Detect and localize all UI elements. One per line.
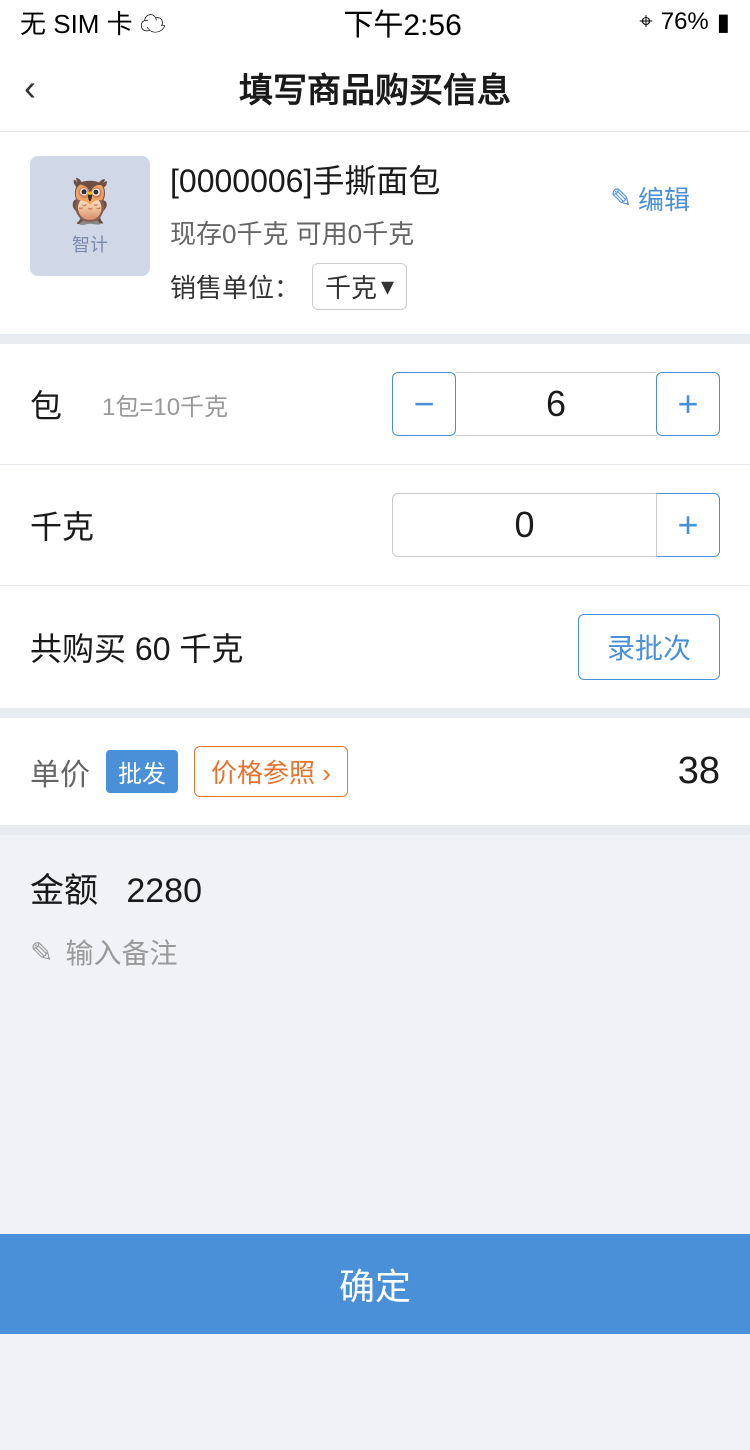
bao-label: 包 <box>30 381 90 427</box>
status-left: 无 SIM 卡 ☁ <box>20 4 166 41</box>
confirm-bar[interactable]: 确定 <box>0 1234 750 1334</box>
battery-bar: ▮ <box>717 8 730 37</box>
amount-value: 2280 <box>126 872 202 910</box>
sim-label: 无 SIM 卡 ☁ <box>20 4 166 41</box>
battery-level: 76% <box>661 8 709 36</box>
kg-plus-button[interactable]: + <box>656 493 720 557</box>
bao-hint: 1包=10千克 <box>102 387 392 422</box>
page-title: 填写商品购买信息 <box>239 63 511 112</box>
amount-label: 金额 <box>30 872 98 910</box>
amount-row: 金额 2280 <box>30 863 720 912</box>
price-value: 38 <box>678 750 720 793</box>
price-label: 单价 <box>30 750 90 794</box>
kg-label: 千克 <box>30 502 94 548</box>
product-details: ✎ 编辑 [0000006]手撕面包 现存0千克 可用0千克 销售单位： 千克 … <box>170 156 720 310</box>
edit-button[interactable]: ✎ 编辑 <box>610 180 690 217</box>
product-image: 🦉 智计 <box>30 156 150 276</box>
chevron-down-icon: ▾ <box>381 271 394 302</box>
total-row: 共购买 60 千克 录批次 <box>0 586 750 708</box>
price-badge: 批发 <box>106 750 178 793</box>
product-stock: 现存0千克 可用0千克 <box>170 214 720 251</box>
kg-qty-row: 千克 + <box>0 465 750 586</box>
bao-plus-button[interactable]: + <box>656 372 720 436</box>
battery-icon: ⌖ <box>639 8 653 36</box>
bao-qty-row: 包 1包=10千克 − + <box>0 344 750 465</box>
price-ref-button[interactable]: 价格参照 › <box>194 746 348 797</box>
status-bar: 无 SIM 卡 ☁ 下午2:56 ⌖ 76% ▮ <box>0 0 750 44</box>
unit-label: 销售单位： <box>170 268 300 305</box>
bao-minus-button[interactable]: − <box>392 372 456 436</box>
unit-select[interactable]: 千克 ▾ <box>312 263 407 310</box>
edit-icon: ✎ <box>610 183 632 214</box>
total-label: 共购买 60 千克 <box>30 624 243 670</box>
note-placeholder: 输入备注 <box>65 932 177 972</box>
batch-button[interactable]: 录批次 <box>578 614 720 680</box>
status-time: 下午2:56 <box>343 0 461 44</box>
bottom-space <box>0 1000 750 1450</box>
note-row[interactable]: ✎ 输入备注 <box>30 932 720 972</box>
back-button[interactable]: ‹ <box>24 67 36 109</box>
product-card: 🦉 智计 ✎ 编辑 [0000006]手撕面包 现存0千克 可用0千克 销售单位… <box>0 132 750 344</box>
bao-qty-input[interactable] <box>456 372 656 436</box>
pencil-icon: ✎ <box>30 936 53 969</box>
price-section: 单价 批发 价格参照 › 38 <box>0 718 750 835</box>
amount-section: 金额 2280 ✎ 输入备注 <box>0 835 750 1000</box>
nav-bar: ‹ 填写商品购买信息 <box>0 44 750 132</box>
product-thumbnail: 🦉 智计 <box>50 176 130 256</box>
kg-qty-input[interactable] <box>392 493 656 557</box>
confirm-text: 确定 <box>339 1258 411 1310</box>
status-right: ⌖ 76% ▮ <box>639 8 730 37</box>
product-unit-row: 销售单位： 千克 ▾ <box>170 263 720 310</box>
bao-section: 包 1包=10千克 − + 千克 + 共购买 60 千克 录批次 <box>0 344 750 718</box>
bao-qty-control: − + <box>392 372 720 436</box>
